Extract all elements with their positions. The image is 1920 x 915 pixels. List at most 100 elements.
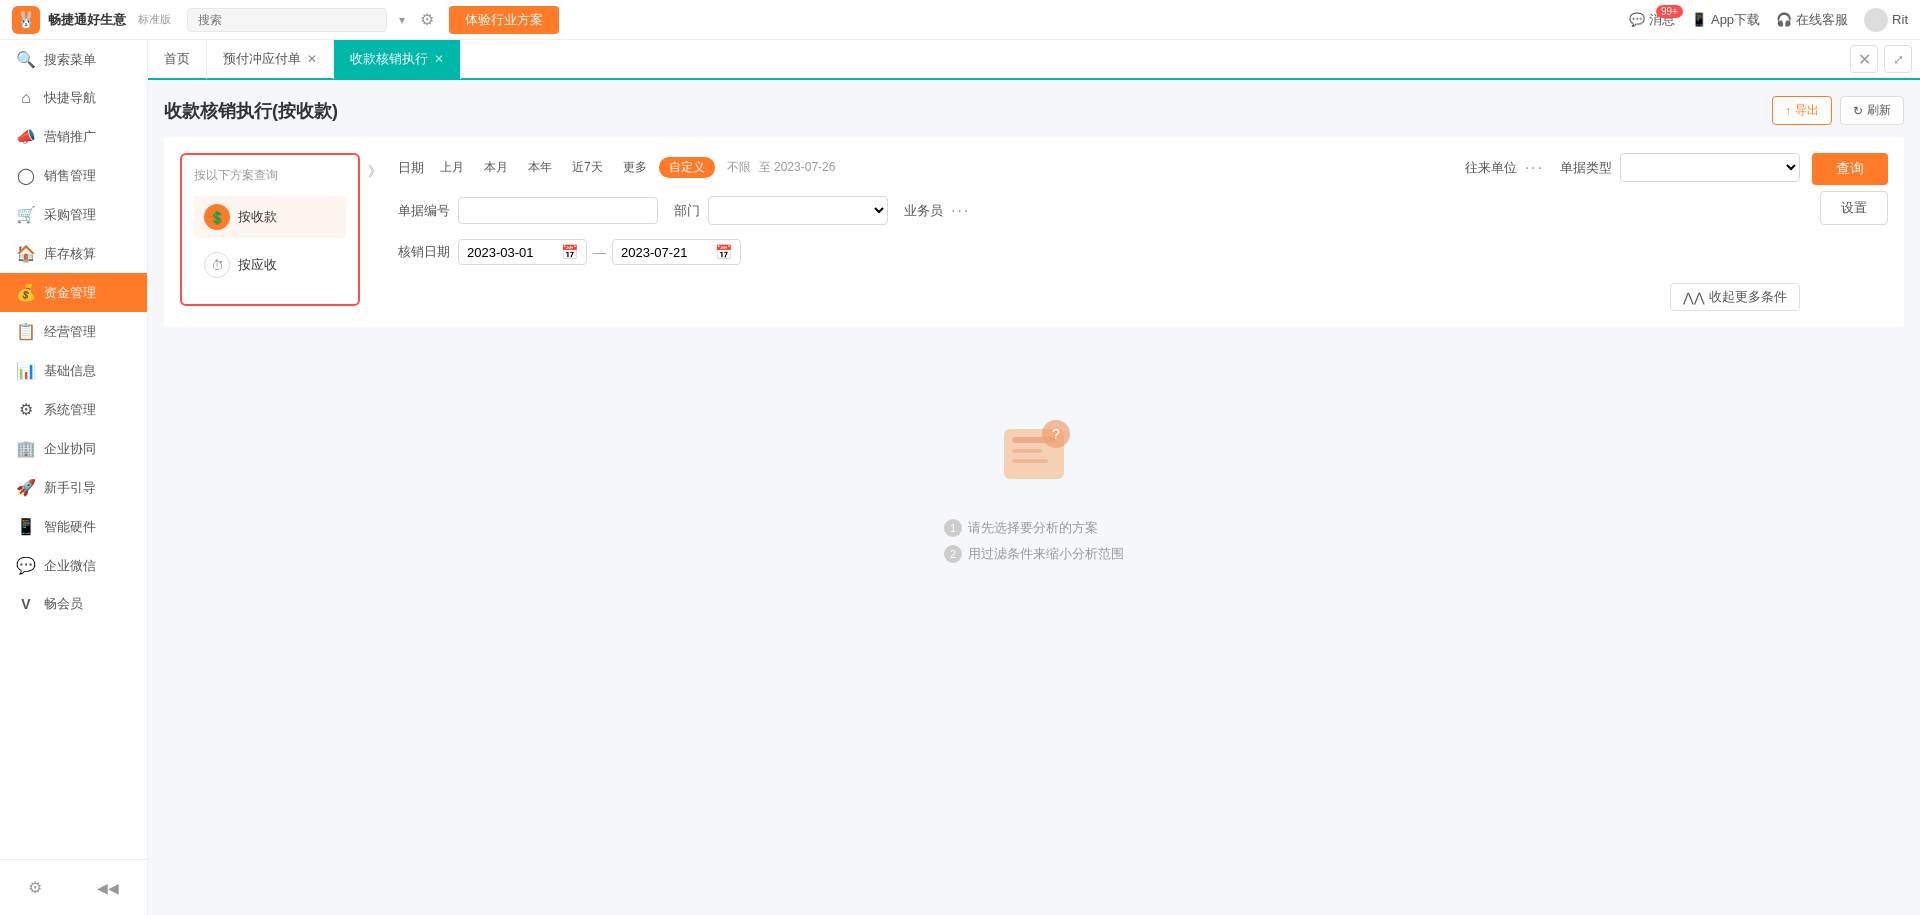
sidebar-item-beginner[interactable]: 🚀 新手引导 [0, 468, 147, 507]
svg-rect-2 [1012, 449, 1042, 453]
query-button[interactable]: 查询 [1812, 153, 1888, 185]
empty-tip-1: 1 请先选择要分析的方案 [944, 519, 1124, 537]
receivable-option-label: 按应收 [238, 256, 277, 274]
filter-row-1: 日期 上月 本月 本年 近7天 更多 自定义 不限 至 2023-07-26 [398, 153, 1800, 182]
date-pill-this-month[interactable]: 本月 [476, 157, 516, 178]
doc-type-field: 单据类型 [1560, 153, 1800, 182]
close-icon: ✕ [1858, 50, 1871, 69]
date-field: 日期 上月 本月 本年 近7天 更多 自定义 不限 至 2023-07-26 [398, 157, 835, 178]
sidebar-item-corp-collab[interactable]: 🏢 企业协同 [0, 429, 147, 468]
date-pills: 上月 本月 本年 近7天 更多 自定义 [432, 157, 715, 178]
writeoff-date-end-input[interactable] [621, 245, 711, 260]
date-pill-last-month[interactable]: 上月 [432, 157, 472, 178]
filter-row-3: 核销日期 📅 — 📅 [398, 239, 1800, 265]
sidebar-item-smart-hw[interactable]: 📱 智能硬件 [0, 507, 147, 546]
tabs-bar: 首页 预付冲应付单 ✕ 收款核销执行 ✕ ✕ ⤢ [148, 40, 1920, 80]
message-icon: 💬 [1629, 12, 1645, 27]
app-download-button[interactable]: 📱 App下载 [1691, 11, 1760, 29]
sidebar-item-sys-mgmt[interactable]: ⚙ 系统管理 [0, 390, 147, 429]
filter-actions: 查询 设置 [1812, 153, 1888, 311]
settings-icon: ⚙ [28, 878, 42, 897]
date-pill-this-year[interactable]: 本年 [520, 157, 560, 178]
tab-receipt-offset[interactable]: 收款核销执行 ✕ [334, 40, 461, 79]
date-pill-more[interactable]: 更多 [615, 157, 655, 178]
filter-by-receivable[interactable]: ⏱ 按应收 [194, 244, 346, 286]
doc-no-input[interactable] [458, 197, 658, 224]
sidebar-item-sales[interactable]: ◯ 销售管理 [0, 156, 147, 195]
sidebar-collapse-button[interactable]: ◀◀ [85, 872, 131, 903]
counterpart-dots[interactable]: ··· [1525, 159, 1544, 177]
page-title: 收款核销执行(按收款) [164, 99, 338, 123]
staff-dots[interactable]: ··· [951, 202, 970, 220]
sidebar-item-corp-wechat[interactable]: 💬 企业微信 [0, 546, 147, 585]
calendar-end-icon[interactable]: 📅 [715, 244, 732, 260]
user-menu[interactable]: Rit [1864, 8, 1908, 32]
tab-close-prepay[interactable]: ✕ [307, 52, 317, 66]
sidebar-item-quick-nav[interactable]: ⌂ 快捷导航 [0, 79, 147, 117]
writeoff-date-end-wrap: 📅 [612, 239, 741, 265]
receipt-option-label: 按收款 [238, 208, 277, 226]
top-bar: 🐰 畅捷通好生意 标准版 ▾ ⚙ 体验行业方案 💬 消息 99+ 📱 App下载… [0, 0, 1920, 40]
solution-button[interactable]: 体验行业方案 [449, 6, 559, 34]
sidebar-item-vip[interactable]: V 畅会员 [0, 585, 147, 623]
tab-home[interactable]: 首页 [148, 40, 207, 79]
empty-tips: 1 请先选择要分析的方案 2 用过滤条件来缩小分析范围 [944, 519, 1124, 563]
expand-icon: ⤢ [1893, 52, 1904, 67]
export-button[interactable]: ↑ 导出 [1772, 96, 1832, 125]
home-icon: ⌂ [16, 89, 36, 107]
sidebar-item-search[interactable]: 🔍 搜索菜单 [0, 40, 147, 79]
service-icon: 🎧 [1776, 12, 1792, 27]
date-pill-7days[interactable]: 近7天 [564, 157, 611, 178]
sidebar-item-basic-info[interactable]: 📊 基础信息 [0, 351, 147, 390]
sidebar-settings-button[interactable]: ⚙ [16, 872, 54, 903]
tip-num-1: 1 [944, 519, 962, 537]
collapse-left-icon: ◀◀ [97, 880, 119, 896]
date-label: 日期 [398, 159, 424, 177]
page-header: 收款核销执行(按收款) ↑ 导出 ↻ 刷新 [164, 96, 1904, 125]
sidebar-item-marketing[interactable]: 📣 营销推广 [0, 117, 147, 156]
tab-expand-button[interactable]: ⤢ [1884, 45, 1912, 73]
dept-select[interactable] [708, 196, 888, 225]
setting-button[interactable]: 设置 [1820, 191, 1888, 225]
panel-collapse-button[interactable]: 》 [364, 161, 386, 183]
dept-field: 部门 [674, 196, 888, 225]
tab-close-receipt[interactable]: ✕ [434, 52, 444, 66]
biz-mgmt-icon: 📋 [16, 322, 36, 341]
tab-prepay-offset[interactable]: 预付冲应付单 ✕ [207, 40, 334, 79]
empty-state: ? 1 请先选择要分析的方案 2 用过滤条件来缩小分析范围 [164, 339, 1904, 623]
basic-info-icon: 📊 [16, 361, 36, 380]
receivable-option-icon: ⏱ [204, 252, 230, 278]
content-area: 首页 预付冲应付单 ✕ 收款核销执行 ✕ ✕ ⤢ [148, 40, 1920, 915]
sidebar-item-inventory[interactable]: 🏠 库存核算 [0, 234, 147, 273]
message-badge: 99+ [1656, 5, 1683, 18]
writeoff-date-start-input[interactable] [467, 245, 557, 260]
collapse-row: ⋀⋀ 收起更多条件 [398, 279, 1800, 311]
svg-text:?: ? [1052, 426, 1060, 442]
filter-by-receipt[interactable]: 💲 按收款 [194, 196, 346, 238]
avatar [1864, 8, 1888, 32]
sidebar-item-biz-mgmt[interactable]: 📋 经营管理 [0, 312, 147, 351]
logo: 🐰 [12, 6, 40, 34]
collapse-more-button[interactable]: ⋀⋀ 收起更多条件 [1670, 283, 1800, 311]
date-pill-custom[interactable]: 自定义 [659, 157, 715, 178]
sidebar-item-finance[interactable]: 💰 资金管理 [0, 273, 147, 312]
marketing-icon: 📣 [16, 127, 36, 146]
tab-close-button[interactable]: ✕ [1850, 45, 1878, 73]
corp-collab-icon: 🏢 [16, 439, 36, 458]
dropdown-icon[interactable]: ▾ [399, 13, 405, 27]
finance-icon: 💰 [16, 283, 36, 302]
calendar-start-icon[interactable]: 📅 [561, 244, 578, 260]
sidebar-item-purchase[interactable]: 🛒 采购管理 [0, 195, 147, 234]
gear-icon[interactable]: ⚙ [413, 6, 441, 34]
doc-type-select[interactable] [1620, 153, 1800, 182]
export-icon: ↑ [1785, 104, 1791, 118]
date-to: 至 2023-07-26 [759, 159, 836, 176]
svg-rect-3 [1012, 459, 1048, 463]
message-button[interactable]: 💬 消息 99+ [1629, 11, 1675, 29]
tabs-right: ✕ ⤢ [1850, 45, 1912, 73]
online-service-button[interactable]: 🎧 在线客服 [1776, 11, 1848, 29]
date-separator: — [593, 245, 606, 260]
refresh-button[interactable]: ↻ 刷新 [1840, 96, 1904, 125]
filter-area: 按以下方案查询 💲 按收款 ⏱ 按应收 》 [164, 137, 1904, 327]
search-input[interactable] [187, 8, 387, 32]
